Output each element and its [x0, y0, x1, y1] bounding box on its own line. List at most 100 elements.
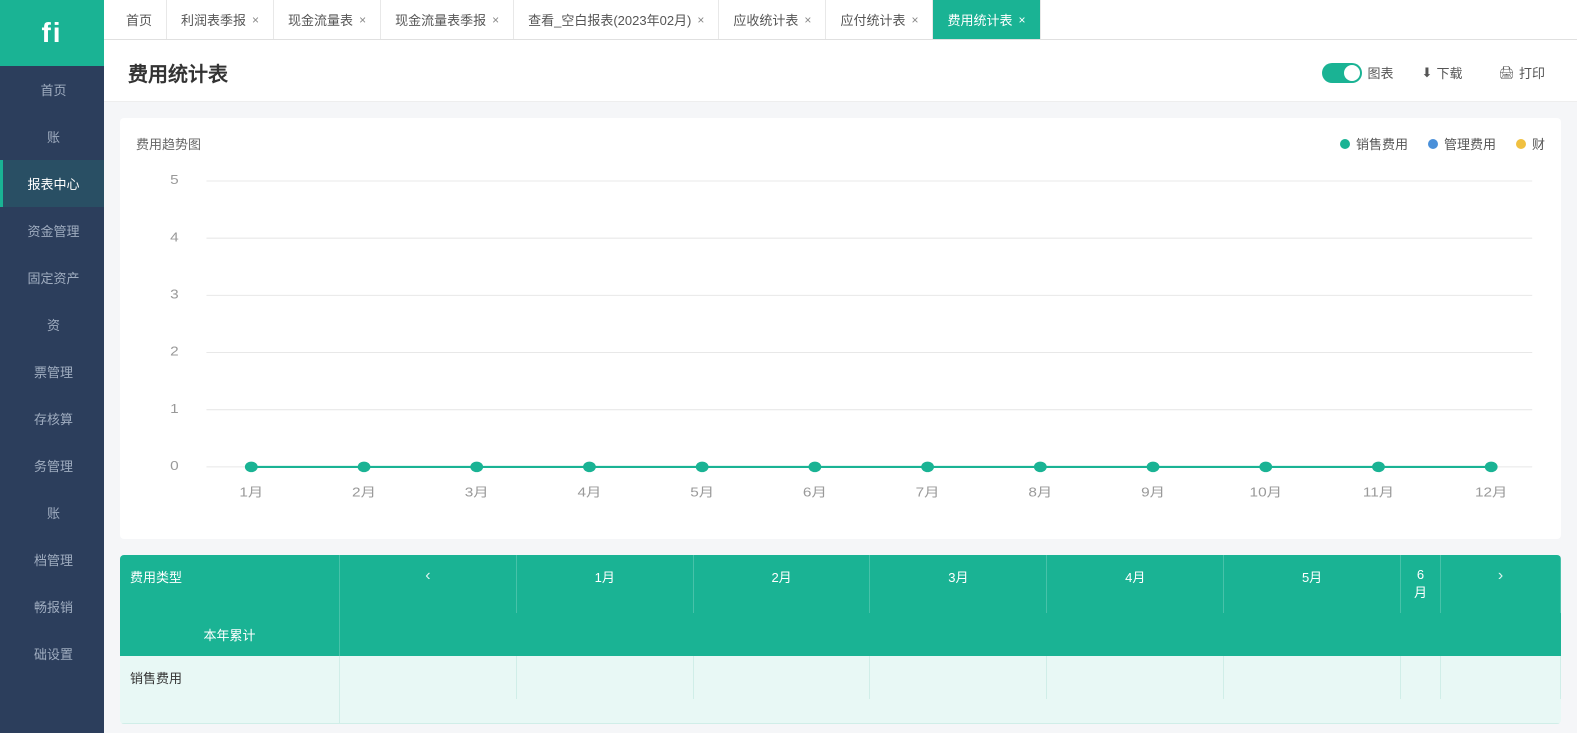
td-total — [120, 699, 340, 723]
legend-finance-expense: 财 — [1516, 134, 1545, 153]
svg-text:2月: 2月 — [352, 485, 376, 499]
tab-cashflow-quarterly[interactable]: 现金流量表季报 × — [381, 0, 514, 40]
chart-wrapper: 5 4 3 2 1 0 — [136, 163, 1545, 523]
close-tab-expense-stats[interactable]: × — [1018, 13, 1025, 27]
svg-text:4月: 4月 — [577, 485, 601, 499]
chart-toggle-label: 图表 — [1368, 63, 1394, 82]
svg-text:5: 5 — [170, 172, 179, 186]
sidebar-item-report-center[interactable]: 报表中心 — [0, 160, 104, 207]
tab-cashflow[interactable]: 现金流量表 × — [274, 0, 381, 40]
svg-text:11月: 11月 — [1363, 485, 1394, 499]
header-actions: 图表 ⬇ 下载 🖨 打印 — [1322, 59, 1553, 86]
th-m1: 1月 — [517, 555, 694, 613]
sidebar-item-inventory[interactable]: 存核算 — [0, 395, 104, 442]
tab-payable[interactable]: 应付统计表 × — [826, 0, 933, 40]
tab-blank-report[interactable]: 查看_空白报表(2023年02月) × — [514, 0, 719, 40]
close-tab-blank-report[interactable]: × — [697, 13, 704, 27]
svg-text:4: 4 — [170, 230, 179, 244]
svg-text:0: 0 — [170, 458, 179, 472]
th-annual-total: 本年累计 — [120, 613, 340, 656]
tab-expense-stats[interactable]: 费用统计表 × — [933, 0, 1040, 40]
legend-label-admin: 管理费用 — [1444, 134, 1496, 153]
next-month-icon[interactable]: › — [1498, 567, 1503, 584]
close-tab-cashflow[interactable]: × — [359, 13, 366, 27]
th-expense-type: 费用类型 — [120, 555, 340, 613]
page-title: 费用统计表 — [128, 58, 228, 87]
th-m3: 3月 — [870, 555, 1047, 613]
sidebar-item-account[interactable]: 账 — [0, 489, 104, 536]
sidebar: fi 首页 账 报表中心 资金管理 固定资产 资 票管理 存核算 务管理 账 档… — [0, 0, 104, 733]
td-nav-spacer — [1441, 656, 1561, 699]
download-icon: ⬇ — [1422, 65, 1433, 81]
legend-dot-finance — [1516, 139, 1526, 149]
th-m2: 2月 — [694, 555, 871, 613]
table-section: 费用类型 ‹ 1月 2月 3月 4月 5月 — [120, 555, 1561, 724]
legend-dot-sales — [1340, 139, 1350, 149]
svg-text:8月: 8月 — [1028, 485, 1052, 499]
svg-text:1月: 1月 — [239, 485, 263, 499]
sidebar-item-ledger[interactable]: 账 — [0, 113, 104, 160]
legend-admin-expense: 管理费用 — [1428, 134, 1496, 153]
sidebar-item-invoice-mgmt[interactable]: 票管理 — [0, 348, 104, 395]
chart-title: 费用趋势图 — [136, 134, 201, 153]
sidebar-item-fund-mgmt[interactable]: 资金管理 — [0, 207, 104, 254]
line-chart-svg: 5 4 3 2 1 0 — [136, 163, 1545, 523]
svg-text:12月: 12月 — [1475, 485, 1507, 499]
content-area: 费用统计表 图表 ⬇ 下载 🖨 打印 费用趋势图 — [104, 40, 1577, 733]
table-header-row: 费用类型 ‹ 1月 2月 3月 4月 5月 — [120, 555, 1561, 656]
chart-toggle-container: 图表 — [1322, 63, 1394, 83]
sidebar-item-base-settings[interactable]: 础设置 — [0, 630, 104, 677]
svg-text:9月: 9月 — [1141, 485, 1165, 499]
svg-text:7月: 7月 — [916, 485, 940, 499]
td-expense-type: 销售费用 — [120, 656, 340, 699]
svg-text:6月: 6月 — [803, 485, 827, 499]
tab-home[interactable]: 首页 — [112, 0, 167, 40]
legend-label-finance: 财 — [1532, 134, 1545, 153]
close-tab-cashflow-quarterly[interactable]: × — [492, 13, 499, 27]
chart-header: 费用趋势图 销售费用 管理费用 财 — [136, 134, 1545, 153]
td-m5 — [1224, 656, 1401, 699]
svg-text:2: 2 — [170, 344, 179, 358]
svg-text:1: 1 — [170, 401, 179, 415]
td-m2 — [694, 656, 871, 699]
download-button[interactable]: ⬇ 下载 — [1414, 59, 1471, 86]
tab-bar: 首页 利润表季报 × 现金流量表 × 现金流量表季报 × 查看_空白报表(202… — [104, 0, 1577, 40]
chart-legend: 销售费用 管理费用 财 — [1340, 134, 1545, 153]
print-button[interactable]: 🖨 打印 — [1490, 59, 1553, 86]
close-tab-profit-quarterly[interactable]: × — [252, 13, 259, 27]
td-m1 — [517, 656, 694, 699]
sidebar-item-archive-mgmt[interactable]: 档管理 — [0, 536, 104, 583]
sidebar-item-service-mgmt[interactable]: 务管理 — [0, 442, 104, 489]
prev-month-icon[interactable]: ‹ — [425, 567, 430, 584]
svg-text:10月: 10月 — [1250, 485, 1282, 499]
legend-sales-expense: 销售费用 — [1340, 134, 1408, 153]
sidebar-logo: fi — [0, 0, 104, 66]
th-m4: 4月 — [1047, 555, 1224, 613]
tab-receivable[interactable]: 应收统计表 × — [719, 0, 826, 40]
th-next-nav[interactable]: › — [1441, 555, 1561, 613]
sidebar-item-assets[interactable]: 资 — [0, 301, 104, 348]
td-spacer — [340, 656, 517, 699]
close-tab-payable[interactable]: × — [911, 13, 918, 27]
legend-label-sales: 销售费用 — [1356, 134, 1408, 153]
td-m3 — [870, 656, 1047, 699]
svg-text:3: 3 — [170, 287, 179, 301]
svg-text:3月: 3月 — [465, 485, 489, 499]
print-icon: 🖨 — [1498, 65, 1515, 81]
sidebar-item-expense[interactable]: 畅报销 — [0, 583, 104, 630]
table-row: 销售费用 — [120, 656, 1561, 724]
chart-toggle[interactable] — [1322, 63, 1362, 83]
th-m6: 6月 — [1401, 555, 1441, 613]
close-tab-receivable[interactable]: × — [804, 13, 811, 27]
sidebar-item-fixed-assets[interactable]: 固定资产 — [0, 254, 104, 301]
tab-profit-quarterly[interactable]: 利润表季报 × — [167, 0, 274, 40]
td-m6 — [1401, 656, 1441, 699]
page-header: 费用统计表 图表 ⬇ 下载 🖨 打印 — [104, 40, 1577, 102]
th-m5: 5月 — [1224, 555, 1401, 613]
main-area: 首页 利润表季报 × 现金流量表 × 现金流量表季报 × 查看_空白报表(202… — [104, 0, 1577, 733]
th-prev-nav[interactable]: ‹ — [340, 555, 517, 613]
sidebar-item-home[interactable]: 首页 — [0, 66, 104, 113]
legend-dot-admin — [1428, 139, 1438, 149]
chart-section: 费用趋势图 销售费用 管理费用 财 — [120, 118, 1561, 539]
svg-text:5月: 5月 — [690, 485, 714, 499]
